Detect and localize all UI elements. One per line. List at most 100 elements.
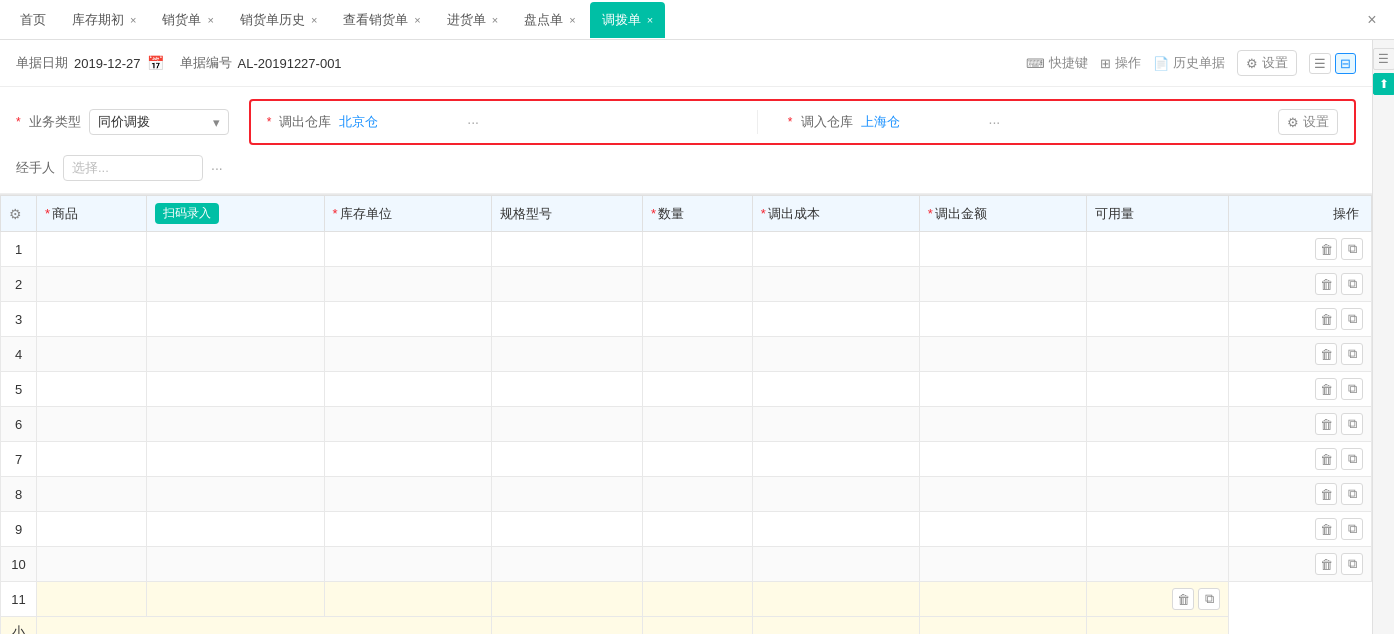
copy-icon[interactable]: ⧉ (1341, 413, 1363, 435)
cell-spec[interactable] (491, 547, 642, 582)
cell-scan[interactable] (146, 547, 324, 582)
tab-home[interactable]: 首页 (8, 2, 58, 38)
cell-cost[interactable] (752, 477, 919, 512)
cell-product[interactable] (37, 302, 147, 337)
tab-purchase[interactable]: 进货单 × (435, 2, 510, 38)
tab-inventory-init-close[interactable]: × (130, 14, 136, 26)
cell-available[interactable] (919, 582, 1086, 617)
cell-unit[interactable] (324, 267, 491, 302)
tab-sales-history-close[interactable]: × (311, 14, 317, 26)
tab-stocktake-close[interactable]: × (569, 14, 575, 26)
cell-product[interactable] (37, 547, 147, 582)
layout-grid-btn[interactable]: ⊟ (1335, 53, 1356, 74)
cell-spec[interactable] (491, 477, 642, 512)
cell-spec[interactable] (491, 337, 642, 372)
cell-qty[interactable] (642, 302, 752, 337)
tab-sales-history[interactable]: 销货单历史 × (228, 2, 329, 38)
cell-amount[interactable] (752, 582, 919, 617)
delete-icon[interactable]: 🗑 (1315, 518, 1337, 540)
copy-icon[interactable]: ⧉ (1341, 483, 1363, 505)
handler-dropdown[interactable]: 选择... (63, 155, 203, 181)
delete-icon[interactable]: 🗑 (1315, 238, 1337, 260)
cell-cost[interactable] (752, 337, 919, 372)
cell-product[interactable] (37, 372, 147, 407)
cell-unit[interactable] (324, 232, 491, 267)
cell-available[interactable] (1086, 337, 1229, 372)
business-type-dropdown[interactable]: 同价调拨 ▾ (89, 109, 229, 135)
scan-button[interactable]: 扫码录入 (155, 203, 219, 224)
handler-more-icon[interactable]: ··· (211, 160, 223, 176)
cell-product[interactable] (37, 407, 147, 442)
delete-icon[interactable]: 🗑 (1315, 378, 1337, 400)
tab-inventory-init[interactable]: 库存期初 × (60, 2, 148, 38)
tab-purchase-close[interactable]: × (492, 14, 498, 26)
warehouse-out-value[interactable]: 北京仓 (339, 113, 459, 131)
cell-unit[interactable] (324, 372, 491, 407)
layout-list-btn[interactable]: ☰ (1309, 53, 1331, 74)
cell-scan[interactable] (146, 407, 324, 442)
delete-icon[interactable]: 🗑 (1315, 273, 1337, 295)
cell-cost[interactable] (752, 442, 919, 477)
tab-view-sales-close[interactable]: × (414, 14, 420, 26)
cell-amount[interactable] (919, 477, 1086, 512)
cell-product[interactable] (37, 582, 147, 617)
tab-view-sales[interactable]: 查看销货单 × (331, 2, 432, 38)
cell-spec[interactable] (491, 512, 642, 547)
cell-product[interactable] (37, 267, 147, 302)
cell-unit[interactable] (324, 302, 491, 337)
cell-amount[interactable] (919, 302, 1086, 337)
delete-icon[interactable]: 🗑 (1315, 483, 1337, 505)
cell-unit[interactable] (324, 547, 491, 582)
cell-scan[interactable] (146, 337, 324, 372)
cell-available[interactable] (1086, 477, 1229, 512)
cell-spec[interactable] (491, 232, 642, 267)
cell-available[interactable] (1086, 407, 1229, 442)
sidebar-list-icon[interactable]: ☰ (1373, 48, 1395, 70)
cell-qty[interactable] (642, 512, 752, 547)
cell-product[interactable] (37, 442, 147, 477)
cell-available[interactable] (1086, 547, 1229, 582)
copy-icon[interactable]: ⧉ (1341, 238, 1363, 260)
cell-amount[interactable] (919, 442, 1086, 477)
cell-amount[interactable] (919, 372, 1086, 407)
cell-available[interactable] (1086, 267, 1229, 302)
copy-icon[interactable]: ⧉ (1341, 553, 1363, 575)
cell-unit[interactable] (324, 407, 491, 442)
tab-transfer[interactable]: 调拨单 × (590, 2, 665, 38)
warehouse-in-more-icon[interactable]: ··· (989, 114, 1001, 130)
calendar-icon[interactable]: 📅 (147, 55, 164, 71)
cell-qty[interactable] (642, 372, 752, 407)
cell-product[interactable] (37, 232, 147, 267)
cell-cost[interactable] (752, 547, 919, 582)
delete-icon[interactable]: 🗑 (1315, 413, 1337, 435)
cell-spec[interactable] (491, 267, 642, 302)
cell-product[interactable] (37, 477, 147, 512)
copy-icon[interactable]: ⧉ (1341, 273, 1363, 295)
copy-icon[interactable]: ⧉ (1341, 518, 1363, 540)
cell-scan[interactable] (146, 267, 324, 302)
delete-icon[interactable]: 🗑 (1315, 448, 1337, 470)
cell-qty[interactable] (491, 582, 642, 617)
cell-cost[interactable] (752, 267, 919, 302)
cell-amount[interactable] (919, 547, 1086, 582)
tab-stocktake[interactable]: 盘点单 × (512, 2, 587, 38)
cell-unit[interactable] (324, 442, 491, 477)
copy-icon[interactable]: ⧉ (1341, 448, 1363, 470)
delete-icon[interactable]: 🗑 (1172, 588, 1194, 610)
cell-qty[interactable] (642, 232, 752, 267)
cell-cost[interactable] (752, 407, 919, 442)
sidebar-share-icon[interactable]: ⬆ (1373, 73, 1395, 95)
tab-transfer-close[interactable]: × (647, 14, 653, 26)
cell-unit[interactable] (146, 582, 324, 617)
cell-spec[interactable] (491, 302, 642, 337)
tab-sales-order-close[interactable]: × (207, 14, 213, 26)
cell-amount[interactable] (919, 407, 1086, 442)
cell-cost[interactable] (752, 512, 919, 547)
warehouse-settings-button[interactable]: ⚙ 设置 (1278, 109, 1338, 135)
cell-product[interactable] (37, 512, 147, 547)
cell-scan[interactable] (146, 512, 324, 547)
cell-qty[interactable] (642, 267, 752, 302)
cell-scan[interactable] (146, 302, 324, 337)
warehouse-out-more-icon[interactable]: ··· (467, 114, 479, 130)
cell-cost[interactable] (752, 372, 919, 407)
